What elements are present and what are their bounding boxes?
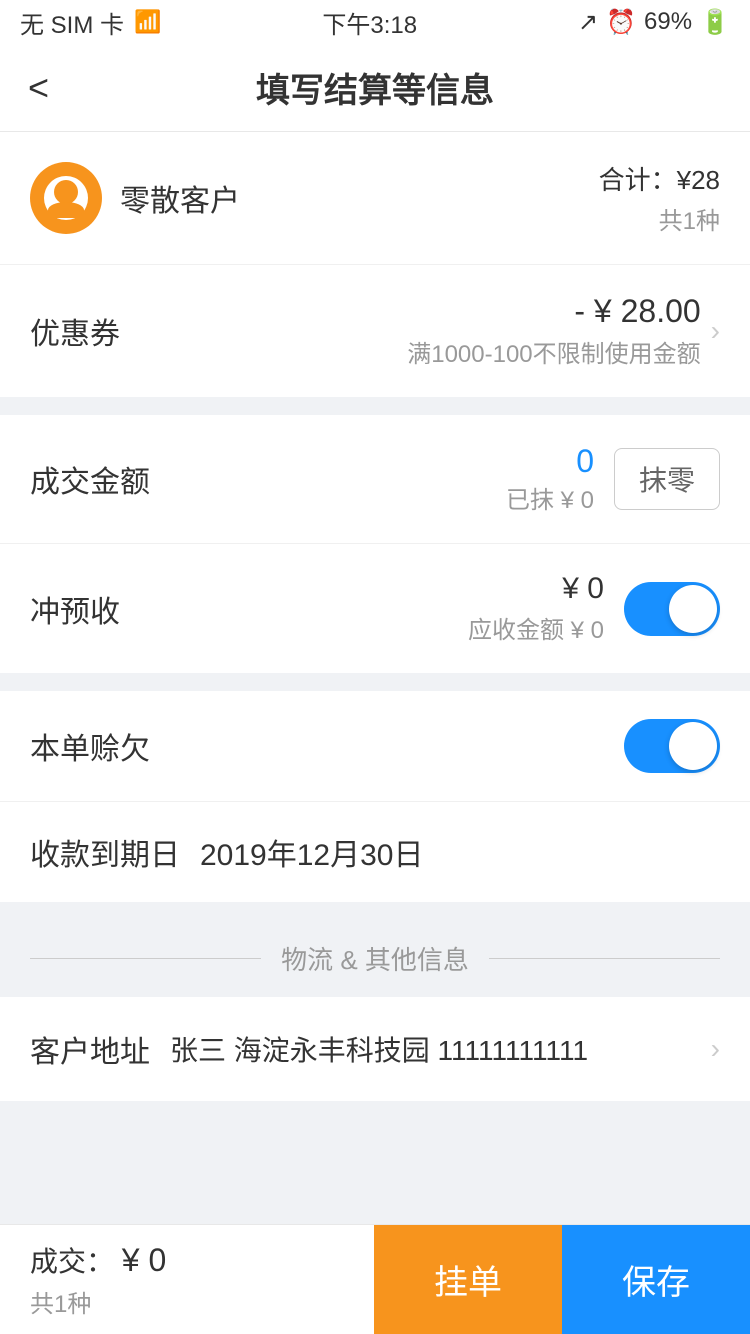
hold-button[interactable]: 挂单 [374,1225,562,1334]
precollect-row: 冲预收 ¥ 0 应收金额 ¥ 0 [0,543,750,673]
total-count: 共1种 [599,201,720,236]
transaction-section: 成交金额 0 已抹 ¥ 0 抹零 冲预收 ¥ 0 应收金额 ¥ 0 [0,415,750,673]
status-bar: 无 SIM 卡 📶 下午3:18 ↗ ⏰ 69% 🔋 [0,0,750,44]
precollect-toggle[interactable] [624,582,720,636]
coupon-discount: - ¥ 28.00 [407,293,700,330]
address-chevron-icon: › [711,1033,720,1065]
coupon-label: 优惠券 [30,309,120,353]
footer-left: 成交： ¥ 0 共1种 [0,1240,374,1319]
footer-deal-label: 成交： [30,1246,114,1277]
status-left: 无 SIM 卡 📶 [20,5,161,40]
bottom-footer: 成交： ¥ 0 共1种 挂单 保存 [0,1224,750,1334]
footer-deal-row: 成交： ¥ 0 [30,1240,344,1280]
logistics-text: 物流 & 其他信息 [281,940,469,977]
back-button[interactable]: < [28,67,49,109]
rounding-button[interactable]: 抹零 [614,448,720,510]
duedate-row: 收款到期日 2019年12月30日 [0,801,750,902]
logistics-line-left [30,958,261,959]
location-icon: ↗ [578,8,598,37]
customer-name: 零散客户 [120,176,240,220]
transaction-col: 0 已抹 ¥ 0 [506,443,594,515]
duedate-value: 2019年12月30日 [200,830,423,874]
precollect-right: ¥ 0 应收金额 ¥ 0 [468,572,720,645]
status-right: ↗ ⏰ 69% 🔋 [578,8,730,37]
customer-section: 零散客户 合计：¥28 共1种 优惠券 - ¥ 28.00 满1000-100不… [0,132,750,397]
transaction-label: 成交金额 [30,457,150,501]
save-button[interactable]: 保存 [562,1225,750,1334]
debt-toggle[interactable] [624,719,720,773]
customer-row: 零散客户 合计：¥28 共1种 [0,132,750,264]
logistics-line-right [489,958,720,959]
page-title: 填写结算等信息 [256,63,494,112]
transaction-value: 0 [506,443,594,480]
footer-deal-amount: ¥ 0 [122,1242,166,1278]
coupon-chevron-icon: › [711,315,720,347]
avatar [30,162,102,234]
customer-left: 零散客户 [30,162,240,234]
logistics-header: 物流 & 其他信息 [0,920,750,997]
debt-row: 本单赊欠 [0,691,750,801]
transaction-right: 0 已抹 ¥ 0 抹零 [506,443,720,515]
coupon-row[interactable]: 优惠券 - ¥ 28.00 满1000-100不限制使用金额 › [0,264,750,397]
main-content: 零散客户 合计：¥28 共1种 优惠券 - ¥ 28.00 满1000-100不… [0,132,750,1239]
battery-text: 69% [644,8,692,36]
nav-bar: < 填写结算等信息 [0,44,750,132]
address-section: 客户地址 张三 海淀永丰科技园 11111111111 › [0,997,750,1101]
footer-count: 共1种 [30,1284,344,1319]
coupon-right: - ¥ 28.00 满1000-100不限制使用金额 › [407,293,720,369]
coupon-desc: 满1000-100不限制使用金额 [407,334,700,369]
wifi-icon: 📶 [134,9,161,35]
precollect-label: 冲预收 [30,587,120,631]
address-value: 张三 海淀永丰科技园 11111111111 [170,1029,711,1069]
battery-icon: 🔋 [700,8,730,37]
avatar-inner [44,176,88,220]
duedate-label: 收款到期日 [30,830,180,874]
coupon-info: - ¥ 28.00 满1000-100不限制使用金额 [407,293,700,369]
debt-section: 本单赊欠 收款到期日 2019年12月30日 [0,691,750,902]
precollect-receivable: 应收金额 ¥ 0 [468,610,604,645]
transaction-sub: 已抹 ¥ 0 [506,480,594,515]
status-time: 下午3:18 [322,5,417,40]
total-label: 合计：¥28 [599,160,720,197]
debt-label: 本单赊欠 [30,724,150,768]
address-row[interactable]: 客户地址 张三 海淀永丰科技园 11111111111 › [0,997,750,1101]
debt-toggle-knob [669,722,717,770]
customer-right: 合计：¥28 共1种 [599,160,720,236]
transaction-row: 成交金额 0 已抹 ¥ 0 抹零 [0,415,750,543]
precollect-amounts: ¥ 0 应收金额 ¥ 0 [468,572,604,645]
alarm-icon: ⏰ [606,8,636,37]
toggle-knob [669,585,717,633]
address-label: 客户地址 [30,1027,150,1071]
precollect-amount: ¥ 0 [468,572,604,606]
carrier-text: 无 SIM 卡 [20,5,124,40]
